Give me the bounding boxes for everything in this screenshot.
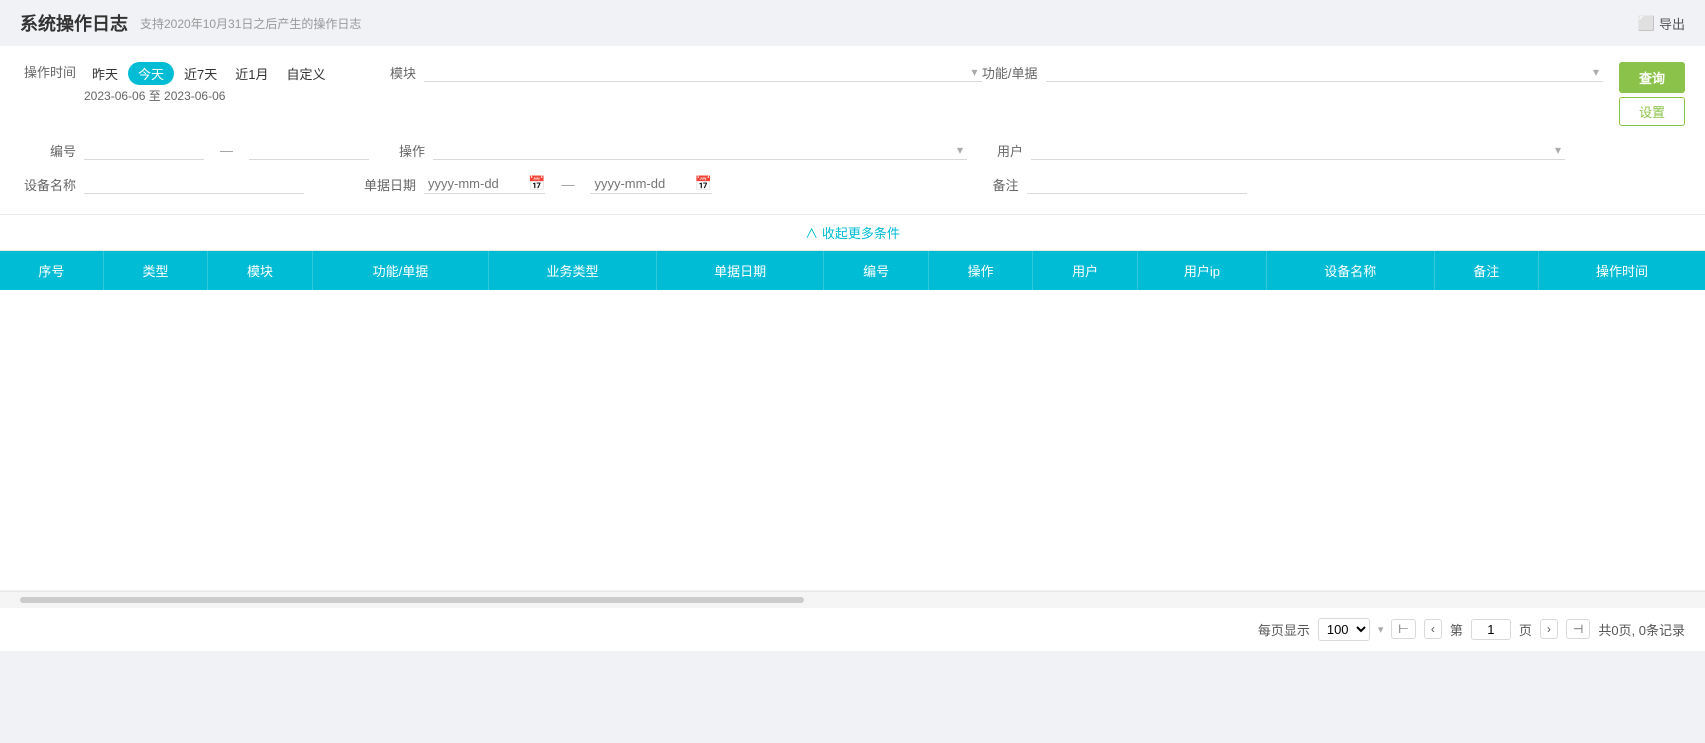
page-subtitle: 支持2020年10月31日之后产生的操作日志: [140, 15, 361, 32]
time-btn-1month[interactable]: 近1月: [227, 62, 276, 85]
calendar-from-icon[interactable]: 📅: [528, 175, 545, 192]
page-size-select[interactable]: 50 100 200 500: [1318, 618, 1370, 641]
voucher-date-to-wrapper: 📅: [590, 174, 711, 194]
function-label: 功能/单据: [982, 63, 1038, 82]
module-label: 模块: [360, 63, 416, 82]
device-input[interactable]: [84, 174, 304, 194]
filter-panel: 操作时间 昨天 今天 近7天 近1月 自定义 2023-06-06 至 2023…: [0, 46, 1705, 215]
col-number: 编号: [824, 251, 928, 290]
remark-label: 备注: [963, 175, 1019, 194]
operation-select-wrapper[interactable]: ▾: [433, 140, 967, 160]
module-filter: 模块 ▾: [360, 62, 982, 82]
time-btn-today[interactable]: 今天: [128, 62, 174, 85]
table-body: [0, 290, 1705, 590]
header-row: 序号 类型 模块 功能/单据 业务类型 单据日期 编号 操作 用户 用户ip 设…: [0, 251, 1705, 290]
date-range-display: 2023-06-06 至 2023-06-06: [84, 87, 334, 104]
voucher-date-filter: 单据日期 📅 — 📅: [360, 174, 963, 194]
page-title: 系统操作日志: [20, 10, 128, 36]
empty-cell: [0, 290, 1705, 590]
export-label: 导出: [1659, 14, 1685, 33]
col-remark: 备注: [1434, 251, 1538, 290]
table-header: 序号 类型 模块 功能/单据 业务类型 单据日期 编号 操作 用户 用户ip 设…: [0, 251, 1705, 290]
device-filter: 设备名称: [20, 174, 360, 194]
last-page-button[interactable]: ⊣: [1566, 619, 1590, 639]
calendar-to-icon[interactable]: 📅: [694, 175, 711, 192]
prev-page-button[interactable]: ‹: [1424, 619, 1442, 639]
export-button[interactable]: ⬜ 导出: [1638, 14, 1685, 33]
time-filter-section: 操作时间 昨天 今天 近7天 近1月 自定义 2023-06-06 至 2023…: [20, 62, 360, 104]
page-number-input[interactable]: [1471, 619, 1511, 640]
col-op-time: 操作时间: [1539, 251, 1705, 290]
col-type: 类型: [103, 251, 207, 290]
time-btn-yesterday[interactable]: 昨天: [84, 62, 126, 85]
pagination: 每页显示 50 100 200 500 ▾ ⊢ ‹ 第 页 › ⊣ 共0页, 0…: [0, 608, 1705, 651]
operation-label: 操作: [369, 141, 425, 160]
col-seq: 序号: [0, 251, 103, 290]
number-dash: —: [220, 143, 233, 158]
user-select-wrapper[interactable]: ▾: [1031, 140, 1565, 160]
time-label: 操作时间: [20, 62, 76, 81]
remark-input[interactable]: [1027, 174, 1247, 194]
col-operation: 操作: [928, 251, 1032, 290]
export-icon: ⬜: [1638, 15, 1655, 32]
col-voucher-date: 单据日期: [656, 251, 824, 290]
filter-row-2: 编号 — 操作 ▾ 用户 ▾: [20, 140, 1685, 160]
col-function: 功能/单据: [312, 251, 488, 290]
operation-select[interactable]: [433, 140, 967, 159]
col-user-ip: 用户ip: [1137, 251, 1266, 290]
next-page-button[interactable]: ›: [1540, 619, 1558, 639]
user-label: 用户: [967, 141, 1023, 160]
first-page-button[interactable]: ⊢: [1391, 619, 1415, 639]
module-select[interactable]: [424, 62, 982, 81]
time-btn-custom[interactable]: 自定义: [279, 62, 334, 85]
settings-button[interactable]: 设置: [1619, 97, 1685, 126]
collapse-bar[interactable]: ∧ 收起更多条件: [0, 215, 1705, 251]
function-select[interactable]: [1046, 62, 1604, 81]
data-table: 序号 类型 模块 功能/单据 业务类型 单据日期 编号 操作 用户 用户ip 设…: [0, 251, 1705, 591]
voucher-date-from[interactable]: [424, 174, 524, 193]
user-filter: 用户 ▾: [967, 140, 1565, 160]
page-size-arrow: ▾: [1378, 623, 1384, 636]
page-suffix: 页: [1519, 620, 1532, 639]
time-buttons: 昨天 今天 近7天 近1月 自定义: [84, 62, 334, 85]
user-select[interactable]: [1031, 140, 1565, 159]
col-module: 模块: [208, 251, 312, 290]
col-biz-type: 业务类型: [489, 251, 657, 290]
page-header: 系统操作日志 支持2020年10月31日之后产生的操作日志 ⬜ 导出: [0, 0, 1705, 46]
date-dash: —: [561, 177, 574, 192]
voucher-date-label: 单据日期: [360, 175, 416, 194]
col-user: 用户: [1033, 251, 1137, 290]
time-btn-7days[interactable]: 近7天: [176, 62, 225, 85]
voucher-date-from-wrapper: 📅: [424, 174, 545, 194]
number-label: 编号: [20, 141, 76, 160]
empty-row: [0, 290, 1705, 590]
number-filter: 编号 —: [20, 140, 369, 160]
total-text: 共0页, 0条记录: [1598, 620, 1685, 639]
operation-filter: 操作 ▾: [369, 140, 967, 160]
collapse-icon: ∧: [805, 226, 818, 241]
function-filter: 功能/单据 ▾: [982, 62, 1604, 82]
scroll-bar-area[interactable]: [0, 591, 1705, 608]
scroll-thumb: [20, 597, 804, 603]
collapse-label: 收起更多条件: [822, 226, 900, 241]
function-select-wrapper[interactable]: ▾: [1046, 62, 1604, 82]
table-container: 序号 类型 模块 功能/单据 业务类型 单据日期 编号 操作 用户 用户ip 设…: [0, 251, 1705, 591]
voucher-date-to[interactable]: [590, 174, 690, 193]
number-input-to[interactable]: [249, 140, 369, 160]
device-label: 设备名称: [20, 175, 76, 194]
remark-filter: 备注: [963, 174, 1566, 194]
number-input-from[interactable]: [84, 140, 204, 160]
header-left: 系统操作日志 支持2020年10月31日之后产生的操作日志: [20, 10, 361, 36]
query-button[interactable]: 查询: [1619, 62, 1685, 93]
page-label: 第: [1450, 620, 1463, 639]
filter-row-3: 设备名称 单据日期 📅 — 📅 备注: [20, 174, 1685, 194]
action-buttons: 查询 设置: [1619, 62, 1685, 126]
module-select-wrapper[interactable]: ▾: [424, 62, 982, 82]
per-page-label: 每页显示: [1258, 620, 1310, 639]
col-device: 设备名称: [1266, 251, 1434, 290]
